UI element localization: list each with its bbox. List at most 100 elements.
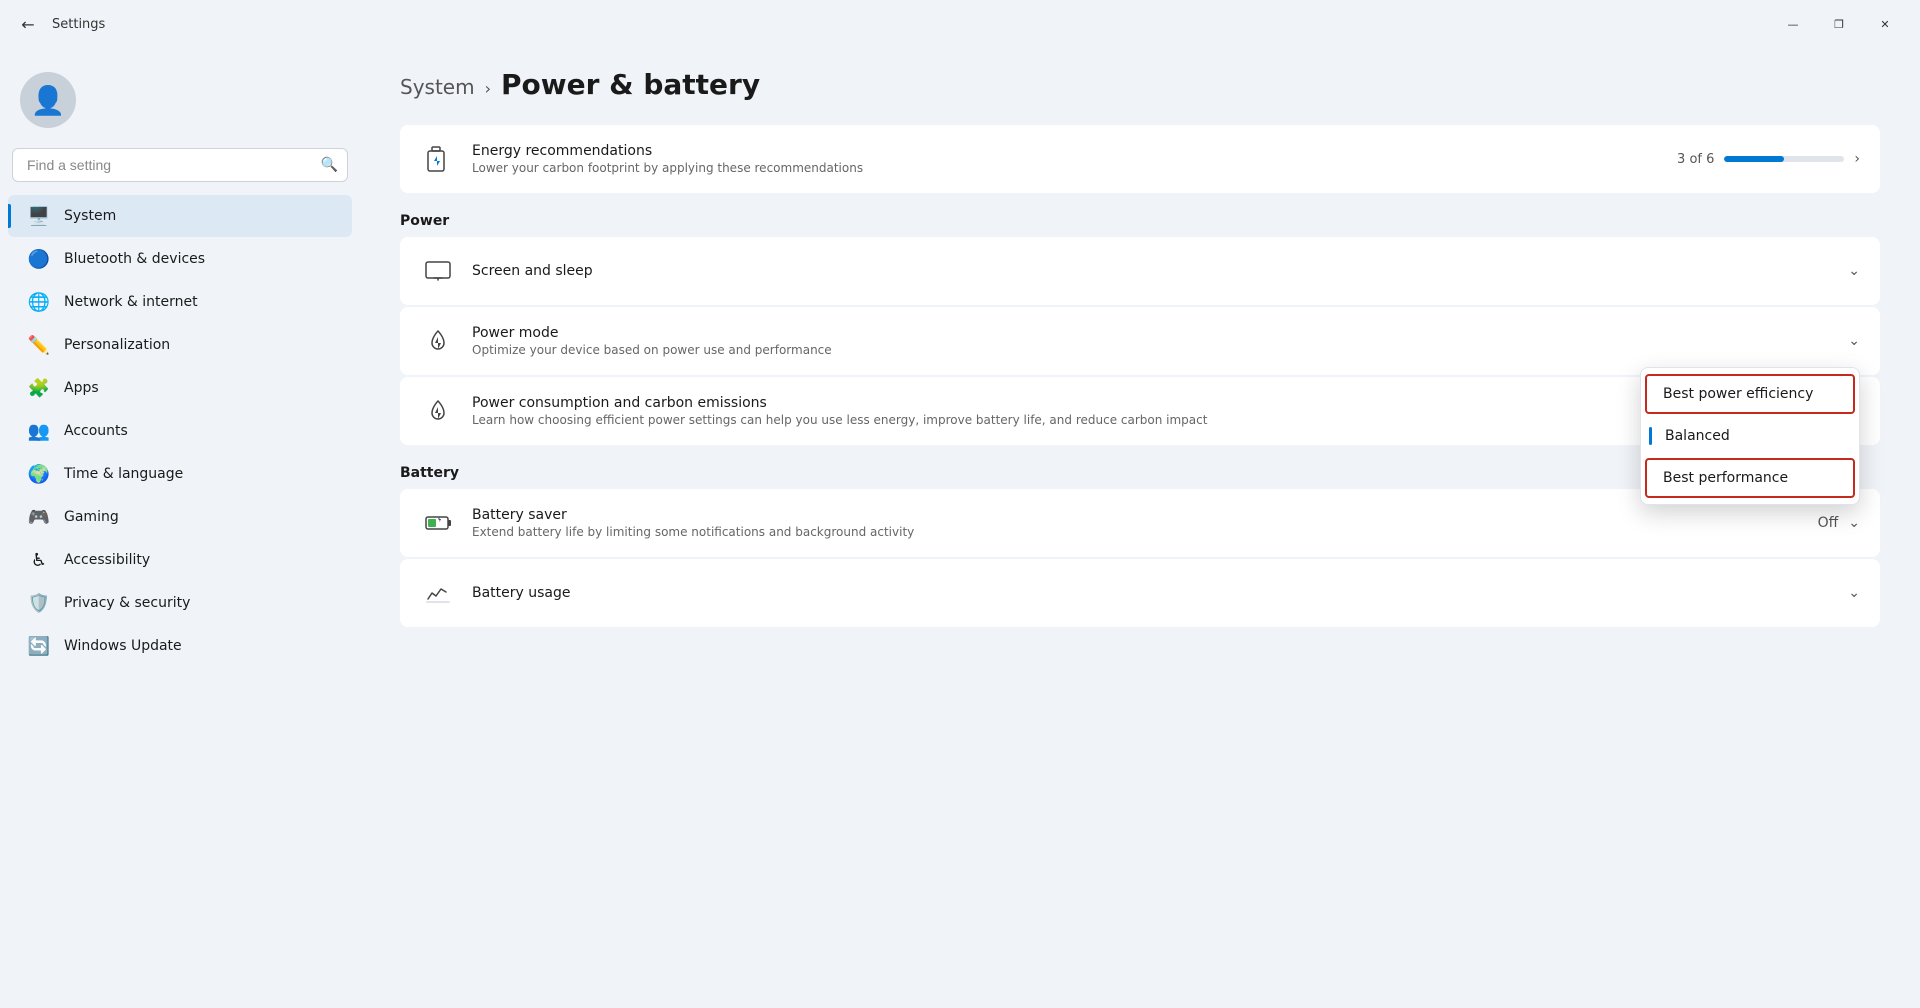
energy-title: Energy recommendations	[472, 143, 1661, 159]
sidebar-item-label: Bluetooth & devices	[64, 251, 205, 267]
sidebar-item-privacy[interactable]: 🛡️ Privacy & security	[8, 582, 352, 624]
dropdown-item-performance[interactable]: Best performance	[1645, 458, 1855, 498]
sidebar-item-label: Personalization	[64, 337, 170, 353]
energy-text: Energy recommendations Lower your carbon…	[472, 143, 1661, 175]
back-button[interactable]: ←	[12, 8, 44, 40]
accessibility-icon: ♿	[28, 549, 50, 571]
update-icon: 🔄	[28, 635, 50, 657]
sidebar-nav: 🖥️ System 🔵 Bluetooth & devices 🌐 Networ…	[0, 194, 360, 996]
sidebar-item-label: Time & language	[64, 466, 183, 482]
battery-saver-title: Battery saver	[472, 507, 1802, 523]
battery-usage-text: Battery usage	[472, 585, 1832, 601]
energy-recommendations-row[interactable]: Energy recommendations Lower your carbon…	[400, 125, 1880, 193]
power-mode-action: ⌄	[1848, 333, 1860, 349]
battery-saver-action: Off ⌄	[1818, 515, 1860, 531]
sidebar-item-accessibility[interactable]: ♿ Accessibility	[8, 539, 352, 581]
sidebar-item-bluetooth[interactable]: 🔵 Bluetooth & devices	[8, 238, 352, 280]
page-header: System › Power & battery	[400, 68, 1880, 101]
app-title: Settings	[52, 17, 105, 32]
energy-recommendations-card: Energy recommendations Lower your carbon…	[400, 125, 1880, 193]
chevron-down-icon: ⌄	[1848, 585, 1860, 601]
sidebar-item-update[interactable]: 🔄 Windows Update	[8, 625, 352, 667]
close-button[interactable]: ✕	[1862, 8, 1908, 40]
titlebar: ← Settings — ❐ ✕	[0, 0, 1920, 48]
progress-text: 3 of 6	[1677, 152, 1714, 167]
power-consumption-icon	[420, 393, 456, 429]
energy-subtitle: Lower your carbon footprint by applying …	[472, 161, 1661, 175]
power-section-label: Power	[400, 213, 1880, 229]
sidebar-item-label: Accounts	[64, 423, 128, 439]
power-consumption-text: Power consumption and carbon emissions L…	[472, 395, 1835, 427]
maximize-button[interactable]: ❐	[1816, 8, 1862, 40]
battery-usage-icon	[420, 575, 456, 611]
chevron-down-icon: ⌄	[1848, 515, 1860, 531]
chevron-down-icon: ⌄	[1848, 263, 1860, 279]
screen-sleep-action: ⌄	[1848, 263, 1860, 279]
privacy-icon: 🛡️	[28, 592, 50, 614]
screen-icon	[420, 253, 456, 289]
progress-bar	[1724, 156, 1844, 162]
battery-usage-card: Battery usage ⌄	[400, 559, 1880, 627]
power-mode-card: Power mode Optimize your device based on…	[400, 307, 1880, 375]
chevron-right-icon: ›	[1854, 151, 1860, 167]
battery-usage-row[interactable]: Battery usage ⌄	[400, 559, 1880, 627]
power-mode-text: Power mode Optimize your device based on…	[472, 325, 1832, 357]
battery-usage-title: Battery usage	[472, 585, 1832, 601]
energy-action: 3 of 6 ›	[1677, 151, 1860, 167]
power-mode-row[interactable]: Power mode Optimize your device based on…	[400, 307, 1880, 375]
sidebar-item-label: Privacy & security	[64, 595, 190, 611]
battery-saver-text: Battery saver Extend battery life by lim…	[472, 507, 1802, 539]
battery-saver-subtitle: Extend battery life by limiting some not…	[472, 525, 1802, 539]
personalization-icon: ✏️	[28, 334, 50, 356]
screen-sleep-text: Screen and sleep	[472, 263, 1832, 279]
page-title: Power & battery	[501, 68, 760, 101]
sidebar: 👤 🔍 🖥️ System 🔵 Bluetooth & devices 🌐 Ne…	[0, 48, 360, 1008]
screen-sleep-title: Screen and sleep	[472, 263, 1832, 279]
dropdown-item-balanced[interactable]: Balanced	[1641, 416, 1859, 456]
dropdown-item-efficiency[interactable]: Best power efficiency	[1645, 374, 1855, 414]
sidebar-item-network[interactable]: 🌐 Network & internet	[8, 281, 352, 323]
sidebar-item-personalization[interactable]: ✏️ Personalization	[8, 324, 352, 366]
power-mode-title: Power mode	[472, 325, 1832, 341]
breadcrumb-chevron: ›	[485, 79, 491, 98]
sidebar-user: 👤	[0, 60, 360, 148]
search-container: 🔍	[12, 148, 348, 182]
screen-sleep-row[interactable]: Screen and sleep ⌄	[400, 237, 1880, 305]
window-controls: — ❐ ✕	[1770, 8, 1908, 40]
progress-container: 3 of 6	[1677, 152, 1844, 167]
sidebar-item-time[interactable]: 🌍 Time & language	[8, 453, 352, 495]
sidebar-item-label: Gaming	[64, 509, 119, 525]
apps-icon: 🧩	[28, 377, 50, 399]
battery-saver-status: Off	[1818, 515, 1839, 531]
power-mode-dropdown: Best power efficiency Balanced Best perf…	[1640, 367, 1860, 505]
sidebar-item-label: Windows Update	[64, 638, 182, 654]
screen-sleep-card: Screen and sleep ⌄	[400, 237, 1880, 305]
gaming-icon: 🎮	[28, 506, 50, 528]
time-icon: 🌍	[28, 463, 50, 485]
network-icon: 🌐	[28, 291, 50, 313]
main-content: System › Power & battery Energy recommen…	[360, 48, 1920, 1008]
accounts-icon: 👥	[28, 420, 50, 442]
breadcrumb-system[interactable]: System	[400, 75, 475, 99]
sidebar-item-accounts[interactable]: 👥 Accounts	[8, 410, 352, 452]
power-mode-icon	[420, 323, 456, 359]
progress-fill	[1724, 156, 1784, 162]
system-icon: 🖥️	[28, 205, 50, 227]
app-body: 👤 🔍 🖥️ System 🔵 Bluetooth & devices 🌐 Ne…	[0, 48, 1920, 1008]
energy-icon	[420, 141, 456, 177]
power-consumption-subtitle: Learn how choosing efficient power setti…	[472, 413, 1835, 427]
battery-saver-icon	[420, 505, 456, 541]
bluetooth-icon: 🔵	[28, 248, 50, 270]
power-consumption-title: Power consumption and carbon emissions	[472, 395, 1835, 411]
sidebar-item-label: System	[64, 208, 116, 224]
search-input[interactable]	[12, 148, 348, 182]
sidebar-item-system[interactable]: 🖥️ System	[8, 195, 352, 237]
chevron-down-icon: ⌄	[1848, 333, 1860, 349]
sidebar-item-gaming[interactable]: 🎮 Gaming	[8, 496, 352, 538]
sidebar-item-label: Network & internet	[64, 294, 198, 310]
sidebar-item-apps[interactable]: 🧩 Apps	[8, 367, 352, 409]
sidebar-item-label: Accessibility	[64, 552, 150, 568]
minimize-button[interactable]: —	[1770, 8, 1816, 40]
sidebar-item-label: Apps	[64, 380, 99, 396]
power-mode-subtitle: Optimize your device based on power use …	[472, 343, 1832, 357]
